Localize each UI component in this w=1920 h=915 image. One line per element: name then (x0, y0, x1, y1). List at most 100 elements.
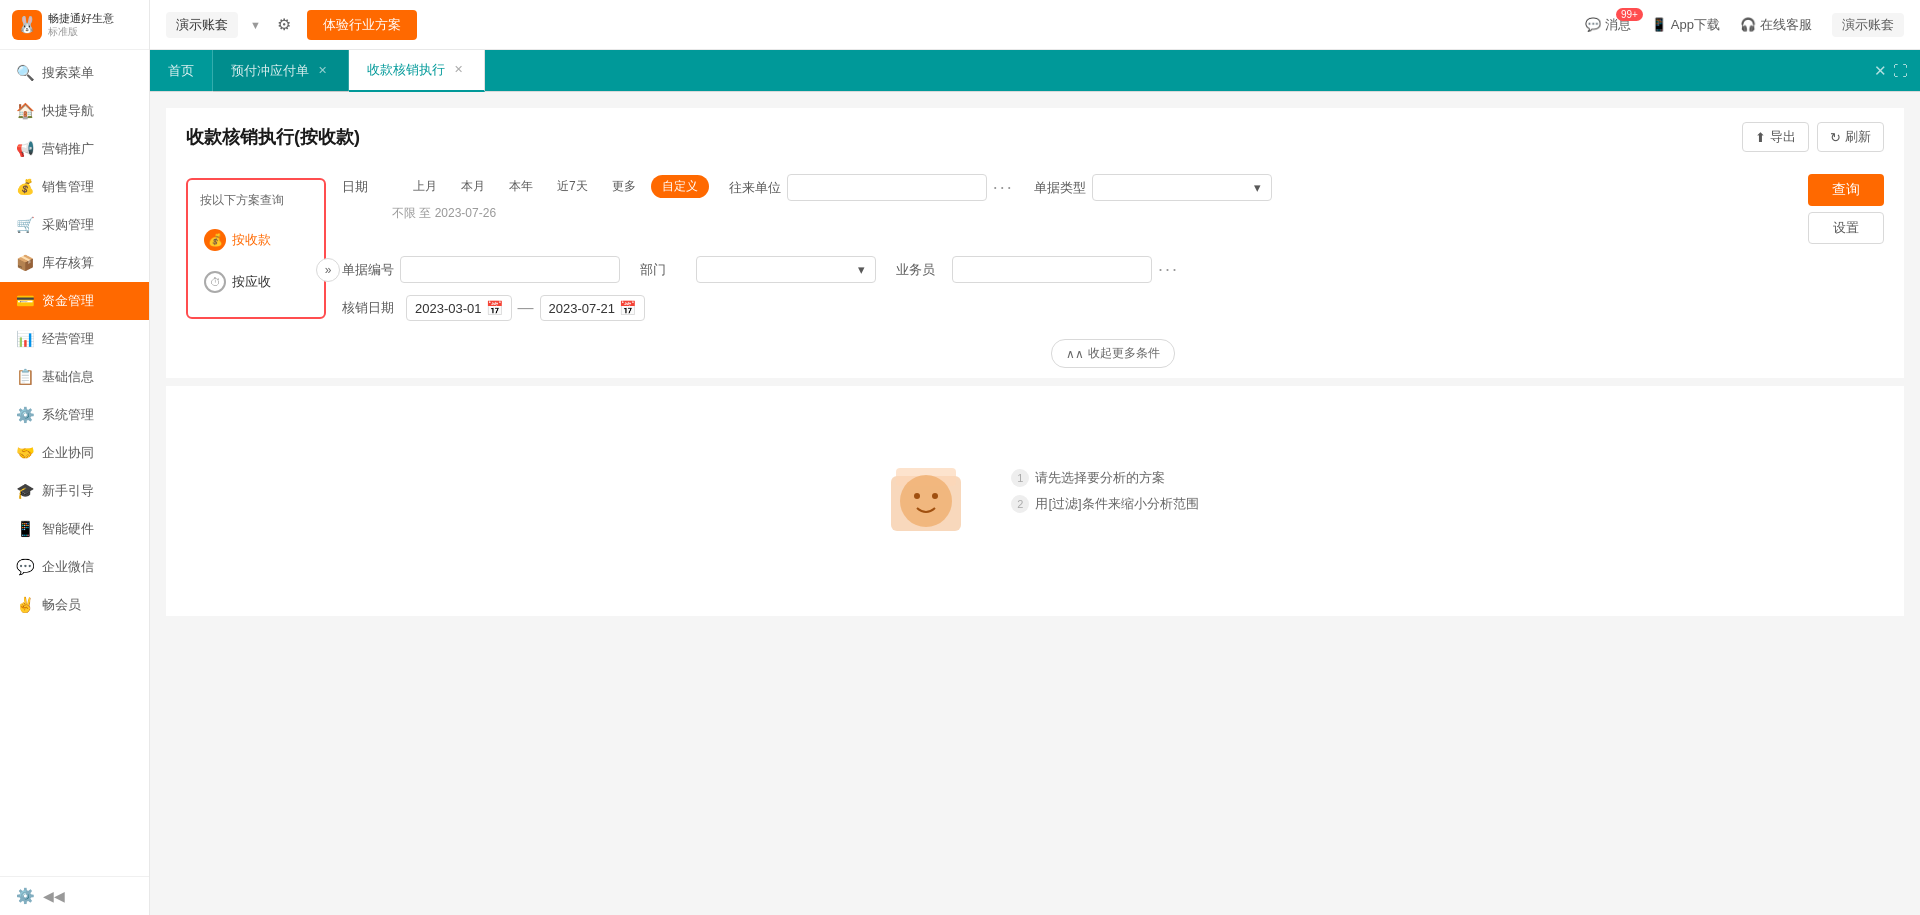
export-button[interactable]: ⬆ 导出 (1742, 122, 1809, 152)
sidebar-item-inventory[interactable]: 📦 库存核算 (0, 244, 149, 282)
docno-input[interactable] (400, 256, 620, 283)
calendar-start-icon[interactable]: 📅 (486, 300, 503, 316)
tab-prepay-close[interactable]: ✕ (315, 63, 330, 78)
docno-filter: 单据编号 (342, 256, 620, 283)
no-limit-text: 不限 至 2023-07-26 (342, 203, 709, 222)
collapse-more-row: ∧∧ 收起更多条件 (342, 333, 1884, 378)
settings-button[interactable]: 设置 (1808, 212, 1884, 244)
collab-icon: 🤝 (16, 444, 34, 462)
filter-sidebar-collapse-button[interactable]: » (316, 258, 340, 282)
tabbar: 首页 预付冲应付单 ✕ 收款核销执行 ✕ ✕ ⛶ (150, 50, 1920, 92)
party-label: 往来单位 (729, 179, 781, 197)
doctype-select[interactable]: ▾ (1092, 174, 1272, 201)
sidebar-item-collab[interactable]: 🤝 企业协同 (0, 434, 149, 472)
dept-select[interactable]: ▾ (696, 256, 876, 283)
solution-button[interactable]: 体验行业方案 (307, 10, 417, 40)
tab-verify-close[interactable]: ✕ (451, 62, 466, 77)
sidebar-item-finance[interactable]: 💳 资金管理 (0, 282, 149, 320)
query-button[interactable]: 查询 (1808, 174, 1884, 206)
verify-date-start-input[interactable]: 2023-03-01 📅 (406, 295, 512, 321)
sidebar-item-search[interactable]: 🔍 搜索菜单 (0, 54, 149, 92)
doctype-filter: 单据类型 ▾ (1034, 174, 1272, 201)
export-icon: ⬆ (1755, 130, 1766, 145)
date-custom[interactable]: 自定义 (651, 175, 709, 198)
company-selector[interactable]: 演示账套 (166, 12, 238, 38)
system-icon: ⚙️ (16, 406, 34, 424)
dept-select-arrow-icon: ▾ (858, 262, 865, 277)
app-icon: 📱 (1651, 17, 1667, 32)
app-download-button[interactable]: 📱 App下载 (1651, 16, 1720, 34)
sidebar: 🐰 畅捷通好生意 标准版 🔍 搜索菜单 🏠 快捷导航 📢 营销推广 💰 销售管理… (0, 0, 150, 915)
sidebar-bottom: ⚙️ ◀◀ (0, 876, 149, 915)
filter-option-by-receivable[interactable]: ⏱ 按应收 (196, 263, 316, 301)
collapse-more-button[interactable]: ∧∧ 收起更多条件 (1051, 339, 1175, 368)
sidebar-item-member[interactable]: ✌️ 畅会员 (0, 586, 149, 624)
date-7days[interactable]: 近7天 (548, 174, 597, 199)
filter-row-3: 核销日期 2023-03-01 📅 — 2023-07-21 📅 (342, 295, 1884, 321)
settings-bottom-icon[interactable]: ⚙️ (16, 887, 35, 905)
inventory-icon: 📦 (16, 254, 34, 272)
date-filter: 日期 上月 本月 本年 近7天 更多 自定义 (342, 174, 709, 222)
page-header: 收款核销执行(按收款) ⬆ 导出 ↻ 刷新 (166, 108, 1904, 162)
receipt-option-icon: 💰 (204, 229, 226, 251)
member-icon: ✌️ (16, 596, 34, 614)
sidebar-item-hardware[interactable]: 📱 智能硬件 (0, 510, 149, 548)
sidebar-item-guide[interactable]: 🎓 新手引导 (0, 472, 149, 510)
sidebar-item-basic[interactable]: 📋 基础信息 (0, 358, 149, 396)
dept-filter: 部门 ▾ (640, 256, 876, 283)
sidebar-item-purchase[interactable]: 🛒 采购管理 (0, 206, 149, 244)
expand-tabs-button[interactable]: ⛶ (1893, 62, 1908, 79)
staff-input[interactable] (952, 256, 1152, 283)
sales-icon: 💰 (16, 178, 34, 196)
message-icon: 💬 (1585, 17, 1601, 32)
filter-right: 日期 上月 本月 本年 近7天 更多 自定义 (326, 162, 1884, 378)
verify-date-start-value: 2023-03-01 (415, 301, 482, 316)
tabbar-actions: ✕ ⛶ (1874, 62, 1920, 80)
filter-option-by-receipt[interactable]: 💰 按收款 (196, 221, 316, 259)
party-dots-icon[interactable]: ··· (993, 177, 1014, 198)
empty-step2: 2 用[过滤]条件来缩小分析范围 (1011, 495, 1198, 513)
staff-dots-icon[interactable]: ··· (1158, 259, 1179, 280)
staff-filter: 业务员 ··· (896, 256, 1179, 283)
sidebar-item-sales[interactable]: 💰 销售管理 (0, 168, 149, 206)
party-input[interactable] (787, 174, 987, 201)
verify-date-label: 核销日期 (342, 299, 400, 317)
sidebar-item-quick-nav[interactable]: 🏠 快捷导航 (0, 92, 149, 130)
empty-content: 1 请先选择要分析的方案 2 用[过滤]条件来缩小分析范围 (166, 446, 1904, 536)
sidebar-item-operations[interactable]: 📊 经营管理 (0, 320, 149, 358)
main-area: 演示账套 ▼ ⚙ 体验行业方案 💬 消息 99+ 📱 App下载 🎧 在线客服 … (150, 0, 1920, 915)
close-all-tabs-button[interactable]: ✕ (1874, 62, 1887, 80)
home-icon: 🏠 (16, 102, 34, 120)
date-row: 日期 上月 本月 本年 近7天 更多 自定义 (342, 174, 709, 199)
hardware-icon: 📱 (16, 520, 34, 538)
date-this-month[interactable]: 本月 (452, 174, 494, 199)
topbar-gear-icon[interactable]: ⚙ (277, 15, 291, 34)
tab-verify[interactable]: 收款核销执行 ✕ (349, 50, 485, 92)
dept-label: 部门 (640, 261, 690, 279)
staff-label: 业务员 (896, 261, 946, 279)
filter-inner: 按以下方案查询 💰 按收款 ⏱ 按应收 » (186, 162, 1884, 378)
tab-prepay[interactable]: 预付冲应付单 ✕ (213, 50, 349, 92)
refresh-button[interactable]: ↻ 刷新 (1817, 122, 1884, 152)
calendar-end-icon[interactable]: 📅 (619, 300, 636, 316)
verify-date-end-input[interactable]: 2023-07-21 📅 (540, 295, 646, 321)
guide-icon: 🎓 (16, 482, 34, 500)
filter-sidebar: 按以下方案查询 💰 按收款 ⏱ 按应收 (186, 178, 326, 319)
company-dropdown-icon[interactable]: ▼ (250, 19, 261, 31)
filter-sidebar-title: 按以下方案查询 (196, 192, 316, 209)
sidebar-item-system[interactable]: ⚙️ 系统管理 (0, 396, 149, 434)
message-badge: 99+ (1616, 8, 1643, 21)
message-button[interactable]: 💬 消息 99+ (1585, 16, 1631, 34)
collapse-sidebar-icon[interactable]: ◀◀ (43, 888, 65, 904)
user-info[interactable]: 演示账套 (1832, 13, 1904, 37)
verify-date-filter: 核销日期 2023-03-01 📅 — 2023-07-21 📅 (342, 295, 645, 321)
date-more[interactable]: 更多 (603, 174, 645, 199)
empty-illustration (871, 446, 981, 536)
date-this-year[interactable]: 本年 (500, 174, 542, 199)
customer-service-button[interactable]: 🎧 在线客服 (1740, 16, 1812, 34)
receivable-option-icon: ⏱ (204, 271, 226, 293)
sidebar-item-wechat[interactable]: 💬 企业微信 (0, 548, 149, 586)
date-prev-month[interactable]: 上月 (404, 174, 446, 199)
tab-home[interactable]: 首页 (150, 50, 213, 92)
sidebar-item-marketing[interactable]: 📢 营销推广 (0, 130, 149, 168)
